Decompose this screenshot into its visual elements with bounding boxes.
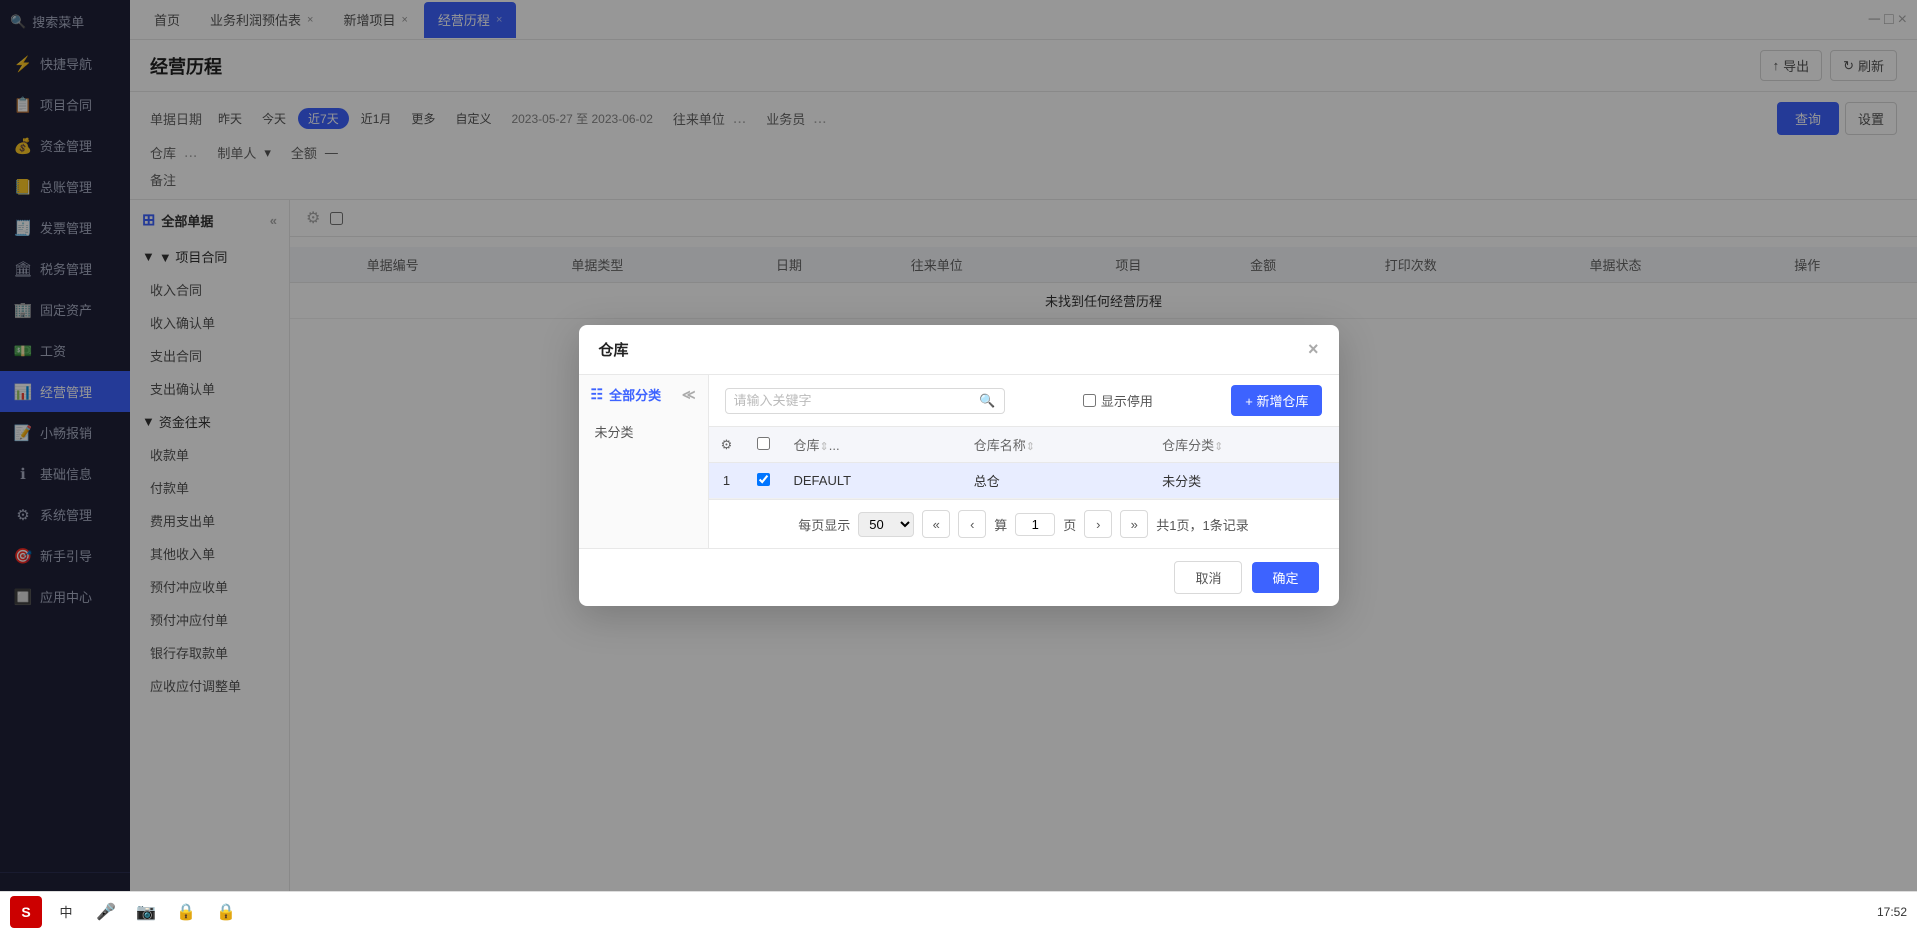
pagination-page-unit: 页 (1063, 515, 1076, 534)
modal-body: ☷ 全部分类 ≪ 未分类 🔍 显示停用 (579, 375, 1339, 548)
taskbar-app-camera[interactable]: 📷 (130, 896, 162, 928)
row-warehouse-code: DEFAULT (782, 463, 962, 499)
pagination-last-button[interactable]: » (1120, 510, 1148, 538)
modal-overlay: 仓库 × ☷ 全部分类 ≪ 未分类 🔍 (0, 0, 1917, 931)
taskbar: S 中 🎤 📷 🔒 🔒 17:52 (0, 891, 1917, 931)
modal-actions: 取消 确定 (579, 548, 1339, 606)
modal-all-category-label: 全部分类 (609, 385, 661, 404)
modal-close-button[interactable]: × (1308, 339, 1319, 360)
taskbar-app-extra[interactable]: 🔒 (210, 896, 242, 928)
row-settings: 1 (709, 463, 745, 499)
confirm-button[interactable]: 确定 (1252, 562, 1318, 593)
modal-sidebar-item-uncategorized[interactable]: 未分类 (579, 414, 708, 449)
modal-title: 仓库 (599, 339, 629, 360)
modal-toolbar: 🔍 显示停用 + 新增仓库 (709, 375, 1339, 427)
col-check (745, 427, 782, 463)
modal-header: 仓库 × (579, 325, 1339, 375)
taskbar-time: 17:52 (1877, 905, 1907, 919)
show-disabled-checkbox-label[interactable]: 显示停用 (1083, 391, 1153, 410)
taskbar-app-mic[interactable]: 🎤 (90, 896, 122, 928)
pagination-prev-button[interactable]: ‹ (958, 510, 986, 538)
row-checkbox[interactable] (757, 473, 770, 486)
row-check[interactable] (745, 463, 782, 499)
cancel-button[interactable]: 取消 (1174, 561, 1242, 594)
per-page-select[interactable]: 50 10 20 100 (858, 512, 914, 537)
modal-search-input[interactable] (734, 393, 974, 408)
select-all-checkbox[interactable] (757, 437, 770, 450)
col-warehouse-name[interactable]: 仓库名称⇕ (962, 427, 1150, 463)
pagination-first-button[interactable]: « (922, 510, 950, 538)
pagination-next-button[interactable]: › (1084, 510, 1112, 538)
modal-search-box[interactable]: 🔍 (725, 388, 1005, 414)
modal-sidebar-header[interactable]: ☷ 全部分类 ≪ (579, 375, 708, 414)
taskbar-app-s[interactable]: S (10, 896, 42, 928)
per-page-label: 每页显示 (798, 515, 850, 534)
add-warehouse-button[interactable]: + 新增仓库 (1231, 385, 1322, 416)
pagination-total: 共1页，1条记录 (1156, 515, 1248, 534)
row-warehouse-name: 总仓 (962, 463, 1150, 499)
modal-pagination: 每页显示 50 10 20 100 « ‹ 算 页 › » 共1页，1条记录 (709, 499, 1339, 548)
warehouse-modal: 仓库 × ☷ 全部分类 ≪ 未分类 🔍 (579, 325, 1339, 606)
modal-table-header-row: ⚙ 仓库⇕... 仓库名称⇕ (709, 427, 1339, 463)
col-settings: ⚙ (709, 427, 745, 463)
pagination-page-label: 算 (994, 515, 1007, 534)
table-row[interactable]: 1 DEFAULT 总仓 未分类 (709, 463, 1339, 499)
taskbar-app-ime[interactable]: 中 (50, 896, 82, 928)
modal-search-icon: 🔍 (979, 393, 995, 409)
modal-sidebar-collapse-button[interactable]: ≪ (682, 387, 696, 403)
taskbar-app-lock[interactable]: 🔒 (170, 896, 202, 928)
col-warehouse-code[interactable]: 仓库⇕... (782, 427, 962, 463)
pagination-page-input[interactable] (1015, 513, 1055, 536)
show-disabled-checkbox[interactable] (1083, 394, 1096, 407)
show-disabled-label: 显示停用 (1101, 391, 1153, 410)
col-warehouse-category[interactable]: 仓库分类⇕ (1150, 427, 1338, 463)
modal-sidebar-scroll: 未分类 (579, 414, 708, 548)
modal-sidebar: ☷ 全部分类 ≪ 未分类 (579, 375, 709, 548)
modal-table: ⚙ 仓库⇕... 仓库名称⇕ (709, 427, 1339, 499)
modal-main: 🔍 显示停用 + 新增仓库 ⚙ (709, 375, 1339, 548)
row-warehouse-category: 未分类 (1150, 463, 1338, 499)
